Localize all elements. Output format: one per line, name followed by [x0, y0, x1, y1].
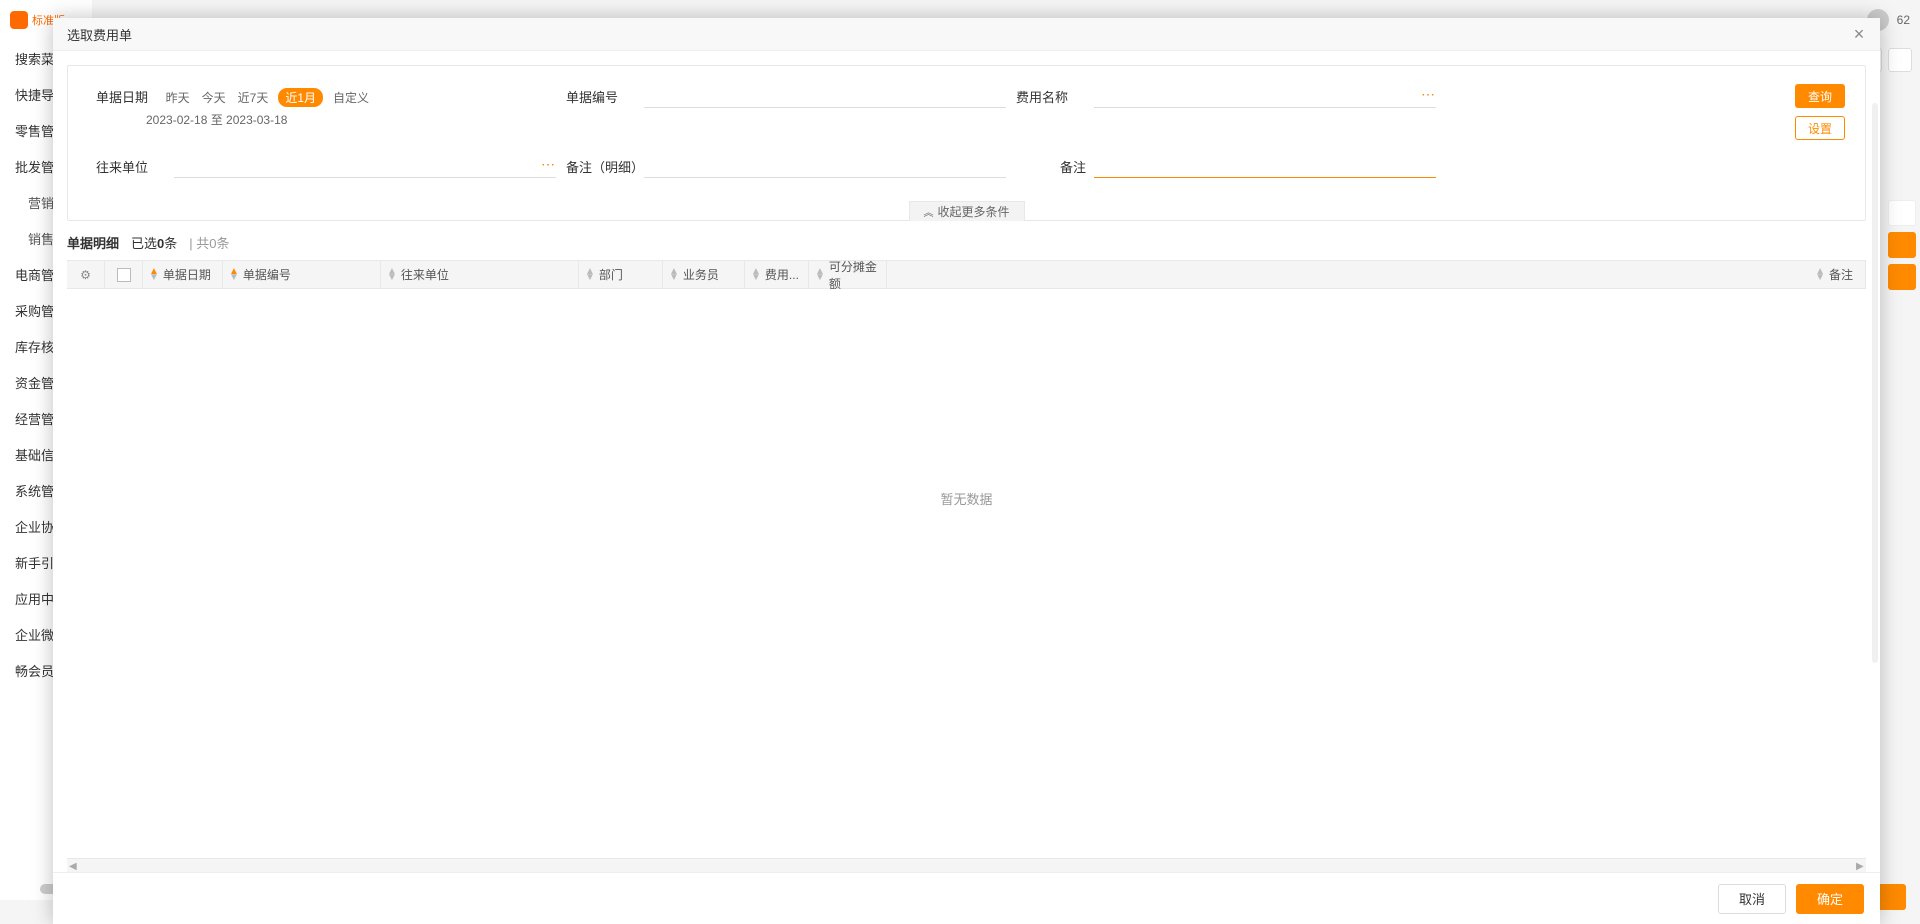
party-label: 往来单位: [96, 154, 174, 176]
bg-bottom-btn: [1876, 884, 1906, 910]
bg-sq: [1888, 200, 1916, 226]
col-doc-no[interactable]: ▲▼单据编号: [223, 261, 381, 288]
sort-down-icon: ▼: [669, 275, 679, 281]
date-quick-custom[interactable]: 自定义: [331, 89, 371, 106]
modal-body: 单据日期 昨天 今天 近7天 近1月 自定义 2023-02-18 至 2023…: [53, 51, 1880, 872]
table-head: ⚙ ▲▼单据日期 ▲▼单据编号 ▲▼往来单位 ▲▼部门 ▲▼业务员 ▲▼费用..…: [67, 261, 1866, 289]
fee-name-input[interactable]: [1094, 84, 1436, 108]
sort-down-icon: ▼: [1815, 275, 1825, 281]
sort-down-icon: ▼: [585, 275, 595, 281]
chevron-up-icon: ︽: [923, 204, 933, 219]
date-quick-week[interactable]: 近7天: [236, 89, 271, 106]
table-body: 暂无数据: [67, 289, 1866, 858]
sort-down-icon: ▼: [387, 275, 397, 281]
sort-down-icon: ▼: [815, 275, 825, 281]
modal-header: 选取费用单 ×: [53, 18, 1880, 51]
scroll-right-icon: ▶: [1856, 861, 1864, 871]
bg-sq: [1888, 232, 1916, 258]
no-data-label: 暂无数据: [940, 489, 992, 508]
doc-no-label: 单据编号: [566, 84, 644, 106]
checkbox-icon: [117, 268, 131, 282]
col-employee[interactable]: ▲▼业务员: [663, 261, 745, 288]
remark-input[interactable]: [1094, 154, 1436, 178]
user-label: 62: [1897, 13, 1910, 27]
modal-title: 选取费用单: [67, 25, 132, 44]
filter-doc-no: 单据编号: [566, 84, 1006, 108]
date-range: 2023-02-18 至 2023-03-18: [96, 111, 371, 128]
selected-count: 已选0条: [131, 233, 177, 252]
column-settings[interactable]: ⚙: [67, 261, 105, 288]
remark-detail-label: 备注（明细）: [566, 154, 644, 176]
total-count: | 共0条: [189, 233, 229, 252]
remark-detail-input[interactable]: [644, 154, 1006, 178]
bg-btn[interactable]: [1888, 48, 1912, 72]
filter-panel: 单据日期 昨天 今天 近7天 近1月 自定义 2023-02-18 至 2023…: [67, 65, 1866, 221]
settings-button[interactable]: 设置: [1795, 116, 1845, 140]
party-input[interactable]: [174, 154, 556, 178]
filter-actions: 查询 设置: [1795, 84, 1845, 140]
fee-name-label: 费用名称: [1016, 84, 1094, 106]
more-icon[interactable]: ⋯: [541, 156, 554, 173]
collapse-toggle[interactable]: ︽ 收起更多条件: [908, 201, 1024, 221]
result-table: ⚙ ▲▼单据日期 ▲▼单据编号 ▲▼往来单位 ▲▼部门 ▲▼业务员 ▲▼费用..…: [67, 260, 1866, 858]
bg-sq: [1888, 264, 1916, 290]
date-quick-today[interactable]: 今天: [200, 89, 228, 106]
col-date[interactable]: ▲▼单据日期: [143, 261, 223, 288]
select-fee-modal: 选取费用单 × 单据日期 昨天 今天 近7天 近1月 自定义: [53, 18, 1880, 924]
filter-date: 单据日期 昨天 今天 近7天 近1月 自定义 2023-02-18 至 2023…: [96, 84, 556, 128]
gear-icon: ⚙: [80, 268, 91, 282]
filter-remark: 备注: [1016, 154, 1436, 178]
confirm-button[interactable]: 确定: [1796, 884, 1864, 914]
close-icon[interactable]: ×: [1850, 25, 1868, 43]
modal-footer: 取消 确定: [53, 872, 1880, 924]
filter-fee-name: 费用名称 ⋯: [1016, 84, 1436, 108]
more-icon[interactable]: ⋯: [1421, 86, 1434, 103]
select-all[interactable]: [105, 261, 143, 288]
sort-down-icon: ▼: [149, 275, 159, 281]
date-quick-yesterday[interactable]: 昨天: [164, 89, 192, 106]
collapse-label: 收起更多条件: [937, 203, 1009, 220]
remark-label: 备注: [1016, 154, 1094, 176]
filter-party: 往来单位 ⋯: [96, 154, 556, 178]
result-main-label: 单据明细: [67, 233, 119, 252]
sort-down-icon: ▼: [229, 275, 239, 281]
col-fee[interactable]: ▲▼费用...: [745, 261, 809, 288]
h-scrollbar[interactable]: ◀ ▶: [67, 858, 1866, 872]
cancel-button[interactable]: 取消: [1718, 884, 1786, 914]
filter-remark-detail: 备注（明细）: [566, 154, 1006, 178]
query-button[interactable]: 查询: [1795, 84, 1845, 108]
sort-down-icon: ▼: [751, 275, 761, 281]
col-amount[interactable]: ▲▼可分摊金额: [809, 261, 887, 288]
date-label: 单据日期: [96, 84, 148, 106]
scroll-left-icon: ◀: [69, 861, 77, 871]
date-quick-month[interactable]: 近1月: [278, 88, 323, 107]
col-remark[interactable]: ▲▼备注: [887, 261, 1866, 288]
col-party[interactable]: ▲▼往来单位: [381, 261, 579, 288]
logo-icon: [10, 11, 28, 29]
bg-right-strip: [1888, 200, 1916, 290]
doc-no-input[interactable]: [644, 84, 1006, 108]
scrollbar[interactable]: [1872, 103, 1878, 663]
col-dept[interactable]: ▲▼部门: [579, 261, 663, 288]
result-header: 单据明细 已选0条 | 共0条: [53, 221, 1880, 260]
